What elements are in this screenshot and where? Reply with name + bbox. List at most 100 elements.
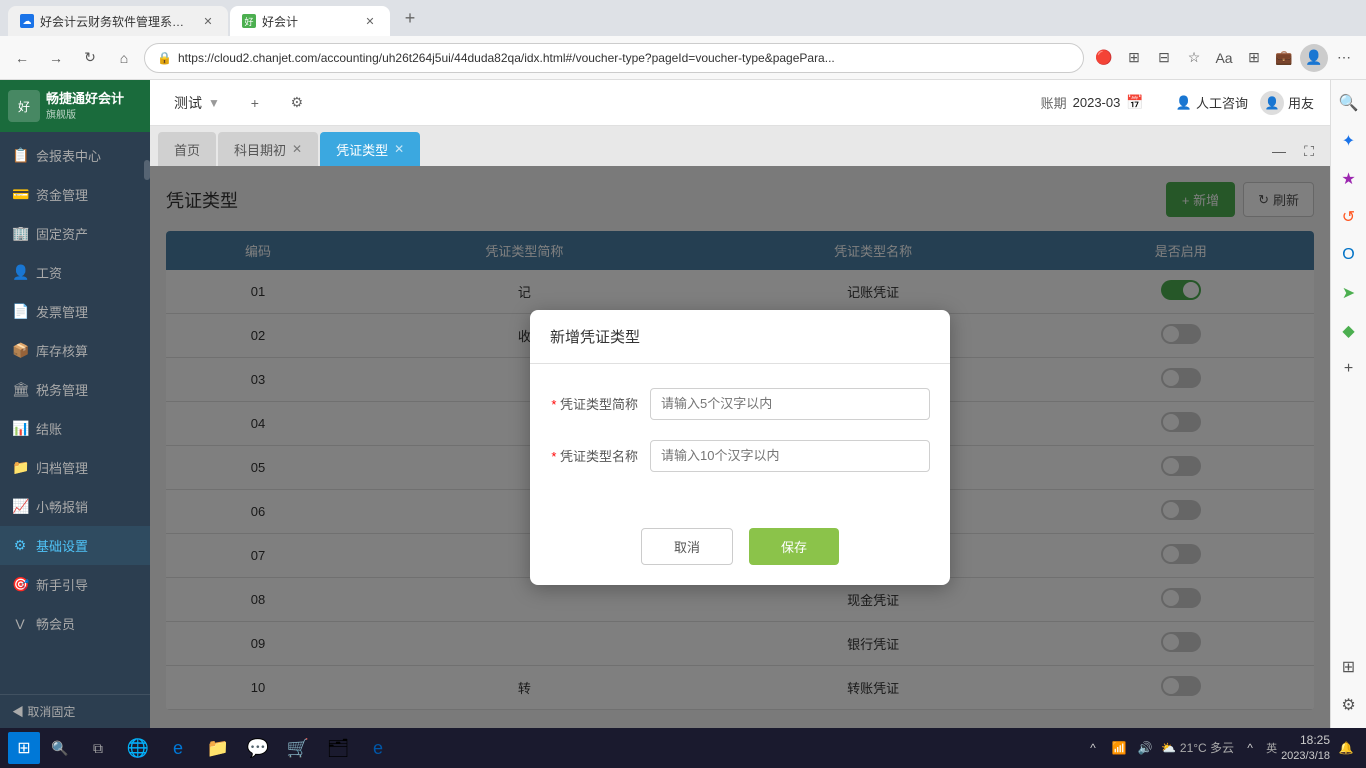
tab-subject[interactable]: 科目期初 ✕ — [218, 132, 318, 166]
tab-subject-close[interactable]: ✕ — [292, 142, 302, 156]
collections-icon[interactable]: ⊞ — [1240, 44, 1268, 72]
calendar-icon[interactable]: 📅 — [1126, 94, 1143, 111]
sidebar-item-expense[interactable]: 📈 小畅报销 — [0, 487, 150, 526]
maximize-tab-icon[interactable]: ⛶ — [1296, 138, 1322, 164]
input-method-text: 英 — [1266, 743, 1277, 755]
favorites-icon[interactable]: ☆ — [1180, 44, 1208, 72]
reader-icon[interactable]: Aa — [1210, 44, 1238, 72]
sidebar-footer: ◀ 取消固定 — [0, 694, 150, 728]
refresh-button[interactable]: ↻ — [76, 44, 104, 72]
unpin-button[interactable]: ◀ 取消固定 — [12, 703, 138, 720]
abbr-input[interactable] — [650, 388, 930, 420]
top-bar-right: 👤 人工咨询 👤 用友 — [1176, 91, 1314, 115]
sidebar-item-closing[interactable]: 📊 结账 — [0, 409, 150, 448]
browser-tabs: ☁ 好会计云财务软件管理系统_会计 ✕ 好 好会计 ✕ + — [0, 0, 1366, 36]
more-options-icon[interactable]: ⋯ — [1330, 44, 1358, 72]
new-tab-button[interactable]: + — [396, 4, 424, 32]
right-panel-search-icon[interactable]: 🔍 — [1334, 88, 1364, 118]
period-value: 2023-03 — [1073, 95, 1121, 110]
right-panel-green2-icon[interactable]: ◆ — [1334, 316, 1364, 346]
right-panel-plus-icon[interactable]: + — [1334, 354, 1364, 384]
taskbar-store-icon[interactable]: 🛒 — [282, 732, 314, 764]
taskbar-edge2-icon[interactable]: e — [362, 732, 394, 764]
tab-home[interactable]: 首页 — [158, 132, 216, 166]
sidebar-item-assets[interactable]: 🏢 固定资产 — [0, 214, 150, 253]
right-panel-star-icon[interactable]: ★ — [1334, 164, 1364, 194]
toolbar-icons: 🔴 ⊞ ⊟ ☆ Aa ⊞ 💼 👤 ⋯ — [1090, 44, 1358, 72]
workspace-settings-icon[interactable]: ⚙ — [282, 88, 312, 118]
extensions-icon[interactable]: 🔴 — [1090, 44, 1118, 72]
forward-button[interactable]: → — [42, 44, 70, 72]
save-button[interactable]: 保存 — [749, 528, 839, 565]
taskbar-search-button[interactable]: 🔍 — [44, 732, 76, 764]
browser-wallet-icon[interactable]: 💼 — [1270, 44, 1298, 72]
invoices-icon: 📄 — [12, 303, 28, 320]
tab-area-controls: — ⛶ — [1266, 138, 1330, 166]
name-input[interactable] — [650, 440, 930, 472]
right-panel-refresh-icon[interactable]: ↺ — [1334, 202, 1364, 232]
reading-mode-icon[interactable]: ⊞ — [1120, 44, 1148, 72]
browser-tab-1[interactable]: ☁ 好会计云财务软件管理系统_会计 ✕ — [8, 6, 228, 36]
network-icon[interactable]: 📶 — [1107, 736, 1131, 760]
right-panel-grid-icon[interactable]: ⊞ — [1334, 652, 1364, 682]
split-icon[interactable]: ⊟ — [1150, 44, 1178, 72]
sidebar-item-inventory[interactable]: 📦 库存核算 — [0, 331, 150, 370]
taskbar-explorer-icon[interactable]: 📁 — [202, 732, 234, 764]
tab-voucher-type[interactable]: 凭证类型 ✕ — [320, 132, 420, 166]
tab-voucher-close[interactable]: ✕ — [394, 142, 404, 156]
sidebar-item-payroll[interactable]: 👤 工资 — [0, 253, 150, 292]
taskbar-chrome-icon[interactable]: 🌐 — [122, 732, 154, 764]
workspace-chevron-icon: ▼ — [208, 96, 220, 110]
taskbar-task-view[interactable]: ⧉ — [82, 732, 114, 764]
sidebar-item-tax[interactable]: 🏛 税务管理 — [0, 370, 150, 409]
member-icon: V — [12, 616, 28, 632]
volume-icon[interactable]: 🔊 — [1133, 736, 1157, 760]
sidebar-item-guide[interactable]: 🎯 新手引导 — [0, 565, 150, 604]
sidebar-brand[interactable]: 好 畅捷通好会计 旗舰版 — [0, 80, 150, 132]
tab2-close[interactable]: ✕ — [362, 13, 378, 29]
add-workspace-button[interactable]: + — [240, 88, 270, 118]
taskbar: ⊞ 🔍 ⧉ 🌐 e 📁 💬 🛒 🗂 e ^ 📶 — [0, 728, 1366, 768]
sidebar-item-funds[interactable]: 💳 资金管理 — [0, 175, 150, 214]
workspace-name: 测试 — [174, 93, 202, 113]
taskbar-edge-icon[interactable]: e — [162, 732, 194, 764]
start-button[interactable]: ⊞ — [8, 732, 40, 764]
taskbar-wechat-icon[interactable]: 💬 — [242, 732, 274, 764]
funds-icon: 💳 — [12, 186, 28, 203]
sidebar-item-assets-label: 固定资产 — [36, 224, 88, 243]
sidebar-item-archive[interactable]: 📁 归档管理 — [0, 448, 150, 487]
sidebar-item-expense-label: 小畅报销 — [36, 497, 88, 516]
sidebar-item-settings-label: 基础设置 — [36, 536, 88, 555]
consult-button[interactable]: 👤 人工咨询 — [1176, 93, 1248, 112]
sidebar-item-member[interactable]: V 畅会员 — [0, 604, 150, 643]
sidebar-item-reports[interactable]: 📋 会报表中心 — [0, 136, 150, 175]
sidebar-item-inventory-label: 库存核算 — [36, 341, 88, 360]
browser-tab-2[interactable]: 好 好会计 ✕ — [230, 6, 390, 36]
back-button[interactable]: ← — [8, 44, 36, 72]
address-bar[interactable]: 🔒 https://cloud2.chanjet.com/accounting/… — [144, 43, 1084, 73]
right-panel-arrow-icon[interactable]: ➤ — [1334, 278, 1364, 308]
sidebar-item-invoices[interactable]: 📄 发票管理 — [0, 292, 150, 331]
right-panel-outlook-icon[interactable]: O — [1334, 240, 1364, 270]
right-panel-settings2-icon[interactable]: ⚙ — [1334, 690, 1364, 720]
profile-button[interactable]: 👤 — [1300, 44, 1328, 72]
chevron-up-icon[interactable]: ^ — [1081, 736, 1105, 760]
chevron-up2-icon[interactable]: ^ — [1238, 736, 1262, 760]
settings-icon: ⚙ — [12, 537, 28, 554]
sidebar-item-settings[interactable]: ⚙ 基础设置 — [0, 526, 150, 565]
consult-icon: 👤 — [1176, 95, 1192, 111]
right-panel-ai-icon[interactable]: ✦ — [1334, 126, 1364, 156]
weather-icon: ⛅ — [1161, 741, 1176, 755]
windows-icon: ⊞ — [17, 738, 30, 758]
tab2-title: 好会计 — [262, 13, 356, 30]
cancel-button[interactable]: 取消 — [641, 528, 733, 565]
workspace-selector[interactable]: 测试 ▼ — [166, 89, 228, 117]
minimize-tab-icon[interactable]: — — [1266, 138, 1292, 164]
tab1-close[interactable]: ✕ — [200, 13, 216, 29]
notification-icon[interactable]: 🔔 — [1334, 736, 1358, 760]
sidebar-item-tax-label: 税务管理 — [36, 380, 88, 399]
taskbar-files-icon[interactable]: 🗂 — [322, 732, 354, 764]
user-info[interactable]: 👤 用友 — [1260, 91, 1314, 115]
home-button[interactable]: ⌂ — [110, 44, 138, 72]
consult-label: 人工咨询 — [1196, 93, 1248, 112]
